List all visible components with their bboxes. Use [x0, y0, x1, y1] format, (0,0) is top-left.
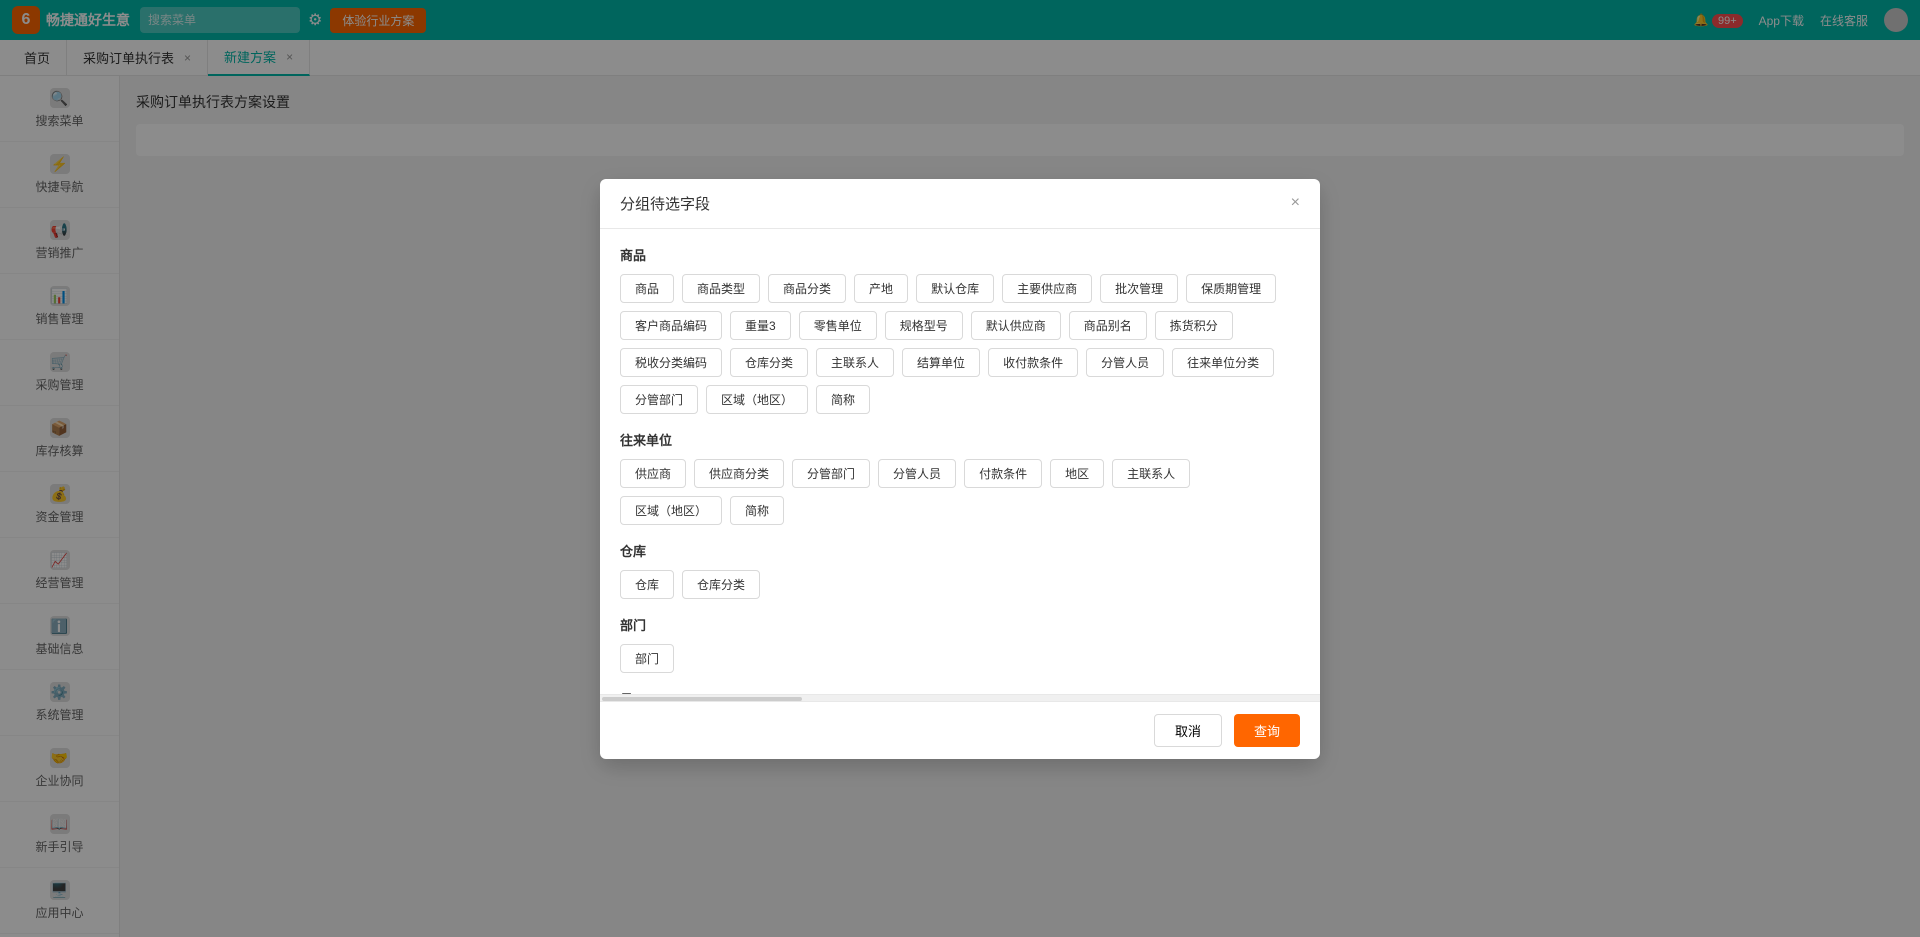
field-tag[interactable]: 收付款条件 — [988, 348, 1078, 377]
field-tag[interactable]: 商品类型 — [682, 274, 760, 303]
field-tag[interactable]: 供应商分类 — [694, 459, 784, 488]
field-tag[interactable]: 往来单位分类 — [1172, 348, 1274, 377]
modal-footer: 取消 查询 — [600, 701, 1320, 759]
section-partner-title: 往来单位 — [620, 430, 1300, 449]
field-tag[interactable]: 仓库分类 — [682, 570, 760, 599]
field-tag[interactable]: 区域（地区） — [620, 496, 722, 525]
field-tag[interactable]: 分管人员 — [1086, 348, 1164, 377]
confirm-button[interactable]: 查询 — [1234, 714, 1300, 747]
field-tag[interactable]: 主联系人 — [816, 348, 894, 377]
field-tag[interactable]: 商品 — [620, 274, 674, 303]
cancel-button[interactable]: 取消 — [1154, 714, 1222, 747]
section-dept-title: 部门 — [620, 615, 1300, 634]
section-warehouse-title: 仓库 — [620, 541, 1300, 560]
field-tag[interactable]: 分管部门 — [792, 459, 870, 488]
field-tag[interactable]: 分管部门 — [620, 385, 698, 414]
field-tag[interactable]: 批次管理 — [1100, 274, 1178, 303]
goods-field-grid: 商品 商品类型 商品分类 产地 默认仓库 主要供应商 批次管理 保质期管理 客户… — [620, 274, 1300, 414]
section-dept: 部门 部门 — [620, 615, 1300, 673]
modal-header: 分组待选字段 × — [600, 179, 1320, 229]
field-tag[interactable]: 付款条件 — [964, 459, 1042, 488]
field-tag[interactable]: 简称 — [816, 385, 870, 414]
field-tag[interactable]: 商品别名 — [1069, 311, 1147, 340]
field-tag[interactable]: 主联系人 — [1112, 459, 1190, 488]
field-tag[interactable]: 主要供应商 — [1002, 274, 1092, 303]
field-tag[interactable]: 部门 — [620, 644, 674, 673]
field-tag[interactable]: 拣货积分 — [1155, 311, 1233, 340]
field-tag[interactable]: 产地 — [854, 274, 908, 303]
section-goods: 商品 商品 商品类型 商品分类 产地 默认仓库 主要供应商 批次管理 保质期管理… — [620, 245, 1300, 414]
field-tag[interactable]: 区域（地区） — [706, 385, 808, 414]
field-tag[interactable]: 税收分类编码 — [620, 348, 722, 377]
hscroll-thumb[interactable] — [602, 697, 802, 701]
warehouse-field-grid: 仓库 仓库分类 — [620, 570, 1300, 599]
modal-title: 分组待选字段 — [620, 193, 710, 214]
modal-hscroll — [600, 694, 1320, 700]
section-goods-title: 商品 — [620, 245, 1300, 264]
modal: 分组待选字段 × 商品 商品 商品类型 商品分类 产地 默认仓库 主要供应商 批… — [600, 179, 1320, 759]
field-tag[interactable]: 规格型号 — [885, 311, 963, 340]
field-tag[interactable]: 零售单位 — [799, 311, 877, 340]
field-tag[interactable]: 结算单位 — [902, 348, 980, 377]
field-tag[interactable]: 简称 — [730, 496, 784, 525]
field-tag[interactable]: 分管人员 — [878, 459, 956, 488]
field-tag[interactable]: 客户商品编码 — [620, 311, 722, 340]
field-tag[interactable]: 仓库 — [620, 570, 674, 599]
partner-field-grid: 供应商 供应商分类 分管部门 分管人员 付款条件 地区 主联系人 区域（地区） … — [620, 459, 1300, 525]
modal-overlay: 分组待选字段 × 商品 商品 商品类型 商品分类 产地 默认仓库 主要供应商 批… — [0, 0, 1920, 937]
field-tag[interactable]: 供应商 — [620, 459, 686, 488]
field-tag[interactable]: 默认仓库 — [916, 274, 994, 303]
modal-body: 商品 商品 商品类型 商品分类 产地 默认仓库 主要供应商 批次管理 保质期管理… — [600, 229, 1320, 695]
section-warehouse: 仓库 仓库 仓库分类 — [620, 541, 1300, 599]
field-tag[interactable]: 地区 — [1050, 459, 1104, 488]
field-tag[interactable]: 仓库分类 — [730, 348, 808, 377]
dept-field-grid: 部门 — [620, 644, 1300, 673]
field-tag[interactable]: 保质期管理 — [1186, 274, 1276, 303]
modal-close-button[interactable]: × — [1291, 194, 1300, 212]
field-tag[interactable]: 商品分类 — [768, 274, 846, 303]
field-tag[interactable]: 重量3 — [730, 311, 791, 340]
field-tag[interactable]: 默认供应商 — [971, 311, 1061, 340]
section-partner: 往来单位 供应商 供应商分类 分管部门 分管人员 付款条件 地区 主联系人 区域… — [620, 430, 1300, 525]
